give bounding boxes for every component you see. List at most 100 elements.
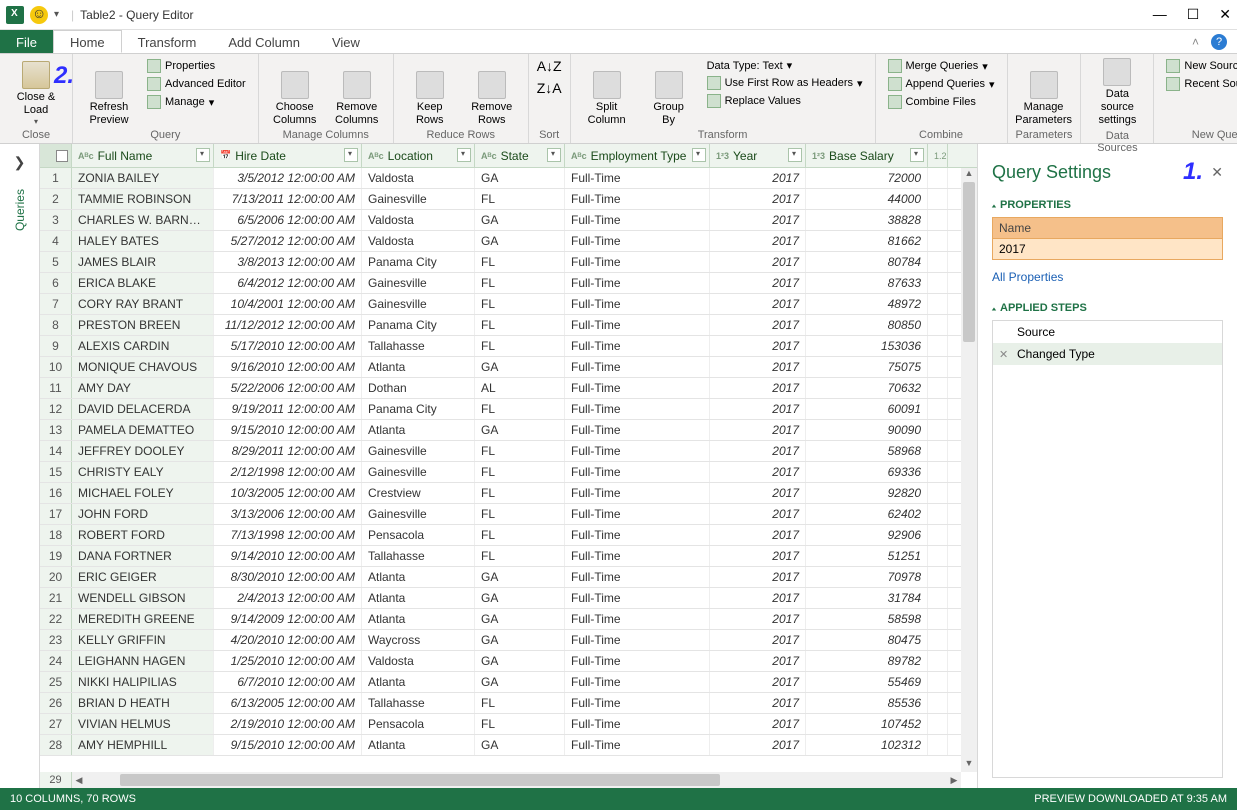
cell-hire-date[interactable]: 9/19/2011 12:00:00 AM <box>214 399 362 419</box>
row-number[interactable]: 13 <box>40 420 72 440</box>
cell-state[interactable]: GA <box>475 609 565 629</box>
cell-full-name[interactable]: ERICA BLAKE <box>72 273 214 293</box>
cell-full-name[interactable]: MICHAEL FOLEY <box>72 483 214 503</box>
row-number[interactable]: 19 <box>40 546 72 566</box>
cell-location[interactable]: Valdosta <box>362 210 475 230</box>
scroll-left-icon[interactable]: ◀ <box>72 775 86 786</box>
col-employment-type[interactable]: AᴮcEmployment Type <box>565 144 710 167</box>
row-number[interactable]: 26 <box>40 693 72 713</box>
cell-state[interactable]: FL <box>475 315 565 335</box>
table-row[interactable]: 9ALEXIS CARDIN5/17/2010 12:00:00 AMTalla… <box>40 336 961 357</box>
cell-partial[interactable] <box>928 462 948 482</box>
filter-icon[interactable] <box>196 148 210 162</box>
col-partial[interactable]: 1.2 <box>928 144 948 167</box>
row-number[interactable]: 25 <box>40 672 72 692</box>
cell-full-name[interactable]: CHRISTY EALY <box>72 462 214 482</box>
row-number[interactable]: 3 <box>40 210 72 230</box>
cell-year[interactable]: 2017 <box>710 735 806 755</box>
refresh-preview-button[interactable]: Refresh Preview <box>81 58 137 127</box>
cell-state[interactable]: FL <box>475 294 565 314</box>
table-row[interactable]: 28AMY HEMPHILL9/15/2010 12:00:00 AMAtlan… <box>40 735 961 756</box>
row-number[interactable]: 27 <box>40 714 72 734</box>
qat-dropdown-icon[interactable]: ▾ <box>54 9 59 20</box>
cell-partial[interactable] <box>928 672 948 692</box>
row-number[interactable]: 18 <box>40 525 72 545</box>
cell-location[interactable]: Gainesville <box>362 504 475 524</box>
cell-location[interactable]: Dothan <box>362 378 475 398</box>
tab-file[interactable]: File <box>0 30 53 53</box>
minimize-button[interactable]: — <box>1153 6 1167 23</box>
cell-year[interactable]: 2017 <box>710 609 806 629</box>
cell-location[interactable]: Valdosta <box>362 168 475 188</box>
row-number[interactable]: 1 <box>40 168 72 188</box>
cell-partial[interactable] <box>928 273 948 293</box>
cell-base-salary[interactable]: 92820 <box>806 483 928 503</box>
cell-partial[interactable] <box>928 294 948 314</box>
cell-year[interactable]: 2017 <box>710 630 806 650</box>
cell-year[interactable]: 2017 <box>710 357 806 377</box>
col-base-salary[interactable]: 1²3Base Salary <box>806 144 928 167</box>
cell-state[interactable]: GA <box>475 735 565 755</box>
filter-icon[interactable] <box>910 148 924 162</box>
cell-state[interactable]: FL <box>475 546 565 566</box>
cell-base-salary[interactable]: 31784 <box>806 588 928 608</box>
row-number[interactable]: 28 <box>40 735 72 755</box>
table-row[interactable]: 18ROBERT FORD7/13/1998 12:00:00 AMPensac… <box>40 525 961 546</box>
cell-full-name[interactable]: HALEY BATES <box>72 231 214 251</box>
cell-year[interactable]: 2017 <box>710 483 806 503</box>
cell-hire-date[interactable]: 9/14/2009 12:00:00 AM <box>214 609 362 629</box>
cell-employment-type[interactable]: Full-Time <box>565 714 710 734</box>
table-row[interactable]: 20ERIC GEIGER8/30/2010 12:00:00 AMAtlant… <box>40 567 961 588</box>
query-name-input[interactable] <box>992 238 1223 260</box>
table-row[interactable]: 10MONIQUE CHAVOUS9/16/2010 12:00:00 AMAt… <box>40 357 961 378</box>
cell-full-name[interactable]: AMY HEMPHILL <box>72 735 214 755</box>
expand-queries-icon[interactable]: ❯ <box>14 154 26 171</box>
cell-base-salary[interactable]: 48972 <box>806 294 928 314</box>
col-year[interactable]: 1²3Year <box>710 144 806 167</box>
recent-sources-button[interactable]: Recent Sources ▾ <box>1162 76 1237 92</box>
cell-year[interactable]: 2017 <box>710 231 806 251</box>
cell-partial[interactable] <box>928 588 948 608</box>
scroll-up-icon[interactable]: ▲ <box>961 168 977 182</box>
cell-location[interactable]: Panama City <box>362 399 475 419</box>
cell-location[interactable]: Tallahasse <box>362 336 475 356</box>
delete-step-icon[interactable]: ✕ <box>999 348 1008 361</box>
cell-hire-date[interactable]: 9/14/2010 12:00:00 AM <box>214 546 362 566</box>
cell-base-salary[interactable]: 81662 <box>806 231 928 251</box>
cell-full-name[interactable]: WENDELL GIBSON <box>72 588 214 608</box>
cell-base-salary[interactable]: 75075 <box>806 357 928 377</box>
cell-partial[interactable] <box>928 168 948 188</box>
cell-location[interactable]: Atlanta <box>362 420 475 440</box>
cell-hire-date[interactable]: 10/4/2001 12:00:00 AM <box>214 294 362 314</box>
cell-state[interactable]: GA <box>475 168 565 188</box>
cell-hire-date[interactable]: 6/7/2010 12:00:00 AM <box>214 672 362 692</box>
cell-state[interactable]: FL <box>475 714 565 734</box>
cell-employment-type[interactable]: Full-Time <box>565 693 710 713</box>
cell-full-name[interactable]: JOHN FORD <box>72 504 214 524</box>
cell-employment-type[interactable]: Full-Time <box>565 588 710 608</box>
cell-year[interactable]: 2017 <box>710 168 806 188</box>
table-row[interactable]: 22MEREDITH GREENE9/14/2009 12:00:00 AMAt… <box>40 609 961 630</box>
cell-base-salary[interactable]: 58968 <box>806 441 928 461</box>
cell-employment-type[interactable]: Full-Time <box>565 546 710 566</box>
cell-state[interactable]: FL <box>475 504 565 524</box>
cell-hire-date[interactable]: 8/30/2010 12:00:00 AM <box>214 567 362 587</box>
cell-hire-date[interactable]: 8/29/2011 12:00:00 AM <box>214 441 362 461</box>
row-number[interactable]: 21 <box>40 588 72 608</box>
cell-location[interactable]: Waycross <box>362 630 475 650</box>
table-row[interactable]: 7CORY RAY BRANT10/4/2001 12:00:00 AMGain… <box>40 294 961 315</box>
filter-icon[interactable] <box>344 148 358 162</box>
cell-base-salary[interactable]: 72000 <box>806 168 928 188</box>
cell-base-salary[interactable]: 153036 <box>806 336 928 356</box>
cell-year[interactable]: 2017 <box>710 378 806 398</box>
row-number[interactable]: 5 <box>40 252 72 272</box>
cell-year[interactable]: 2017 <box>710 315 806 335</box>
merge-queries-button[interactable]: Merge Queries ▾ <box>884 58 999 74</box>
table-row[interactable]: 25NIKKI HALIPILIAS6/7/2010 12:00:00 AMAt… <box>40 672 961 693</box>
cell-base-salary[interactable]: 38828 <box>806 210 928 230</box>
cell-state[interactable]: FL <box>475 189 565 209</box>
cell-employment-type[interactable]: Full-Time <box>565 462 710 482</box>
cell-hire-date[interactable]: 11/12/2012 12:00:00 AM <box>214 315 362 335</box>
cell-location[interactable]: Crestview <box>362 483 475 503</box>
cell-state[interactable]: GA <box>475 672 565 692</box>
